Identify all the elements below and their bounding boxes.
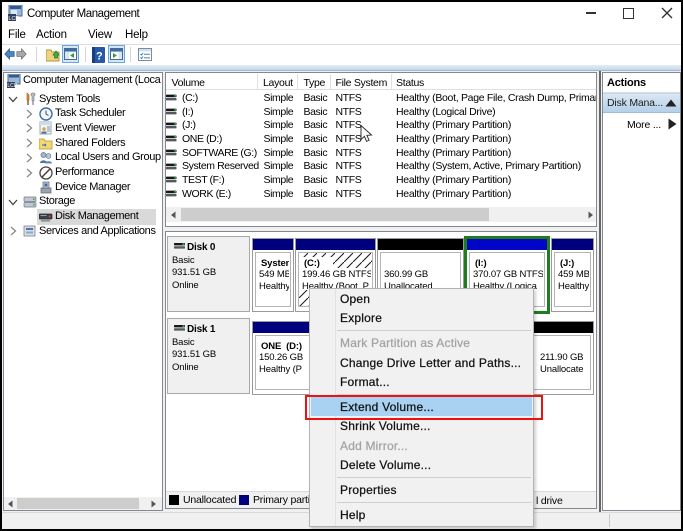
svg-text:?: ?	[96, 51, 103, 63]
svg-text:LCD: LCD	[8, 16, 19, 21]
svg-text:LCD: LCD	[7, 83, 17, 88]
